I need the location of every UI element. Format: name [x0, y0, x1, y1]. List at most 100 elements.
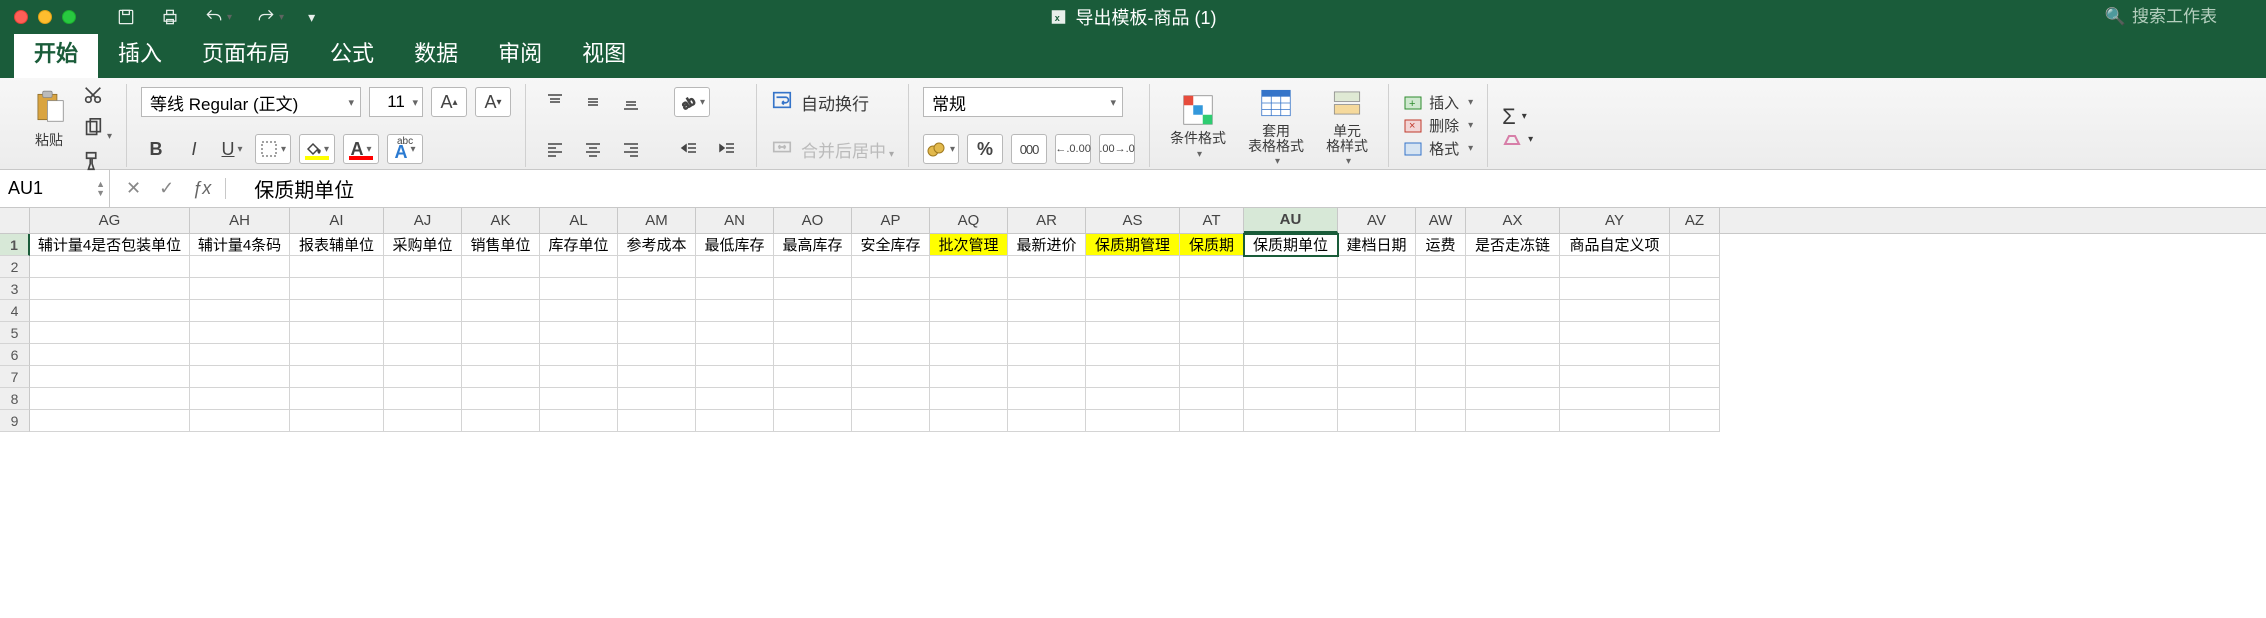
cell-AU2[interactable] [1244, 256, 1338, 278]
cell-AZ1[interactable] [1670, 234, 1720, 256]
cell-AK6[interactable] [462, 344, 540, 366]
increase-indent-button[interactable] [712, 134, 742, 164]
cell-AI5[interactable] [290, 322, 384, 344]
cell-AO3[interactable] [774, 278, 852, 300]
cell-AU8[interactable] [1244, 388, 1338, 410]
column-header-AN[interactable]: AN [696, 208, 774, 233]
cell-AG7[interactable] [30, 366, 190, 388]
borders-button[interactable] [255, 134, 291, 164]
cell-AW6[interactable] [1416, 344, 1466, 366]
cell-AS6[interactable] [1086, 344, 1180, 366]
cell-AO4[interactable] [774, 300, 852, 322]
cell-AH4[interactable] [190, 300, 290, 322]
cell-AY3[interactable] [1560, 278, 1670, 300]
row-header-4[interactable]: 4 [0, 300, 30, 322]
cell-AW2[interactable] [1416, 256, 1466, 278]
cell-AY5[interactable] [1560, 322, 1670, 344]
cell-AH3[interactable] [190, 278, 290, 300]
cell-AO1[interactable]: 最高库存 [774, 234, 852, 256]
cell-AY8[interactable] [1560, 388, 1670, 410]
cell-AI9[interactable] [290, 410, 384, 432]
cell-AG6[interactable] [30, 344, 190, 366]
cell-AJ2[interactable] [384, 256, 462, 278]
column-header-AX[interactable]: AX [1466, 208, 1560, 233]
cell-AN7[interactable] [696, 366, 774, 388]
tab-formulas[interactable]: 公式 [310, 28, 394, 78]
cell-AH2[interactable] [190, 256, 290, 278]
cell-AO9[interactable] [774, 410, 852, 432]
cell-AJ9[interactable] [384, 410, 462, 432]
cell-AG1[interactable]: 辅计量4是否包装单位 [30, 234, 190, 256]
row-header-8[interactable]: 8 [0, 388, 30, 410]
decrease-decimal-button[interactable]: .00→.0 [1099, 134, 1135, 164]
cell-AG2[interactable] [30, 256, 190, 278]
cell-AP7[interactable] [852, 366, 930, 388]
orientation-button[interactable]: ab [674, 87, 710, 117]
tab-review[interactable]: 审阅 [478, 28, 562, 78]
row-header-3[interactable]: 3 [0, 278, 30, 300]
cell-AO8[interactable] [774, 388, 852, 410]
cell-AQ8[interactable] [930, 388, 1008, 410]
cell-AG9[interactable] [30, 410, 190, 432]
search-box[interactable]: 🔍 [2105, 7, 2252, 27]
conditional-formatting-button[interactable]: 条件格式 [1164, 89, 1232, 161]
print-icon[interactable] [160, 7, 180, 27]
cell-AZ3[interactable] [1670, 278, 1720, 300]
cell-AL3[interactable] [540, 278, 618, 300]
row-header-6[interactable]: 6 [0, 344, 30, 366]
cell-AL8[interactable] [540, 388, 618, 410]
row-header-7[interactable]: 7 [0, 366, 30, 388]
cell-AQ7[interactable] [930, 366, 1008, 388]
cell-AJ6[interactable] [384, 344, 462, 366]
cell-AP1[interactable]: 安全库存 [852, 234, 930, 256]
cell-AG3[interactable] [30, 278, 190, 300]
cell-AR3[interactable] [1008, 278, 1086, 300]
column-header-AK[interactable]: AK [462, 208, 540, 233]
cell-AN5[interactable] [696, 322, 774, 344]
cell-AX6[interactable] [1466, 344, 1560, 366]
cell-AX9[interactable] [1466, 410, 1560, 432]
cell-AY9[interactable] [1560, 410, 1670, 432]
align-top-button[interactable] [540, 87, 570, 117]
cell-AG8[interactable] [30, 388, 190, 410]
merge-center-button[interactable]: 合并后居中 [801, 137, 894, 162]
cell-AK2[interactable] [462, 256, 540, 278]
save-icon[interactable] [116, 7, 136, 27]
cell-AP6[interactable] [852, 344, 930, 366]
cell-AX3[interactable] [1466, 278, 1560, 300]
cell-styles-button[interactable]: 单元 格样式 [1320, 82, 1374, 170]
phonetic-button[interactable]: abcA [387, 134, 423, 164]
cell-AW5[interactable] [1416, 322, 1466, 344]
cell-AU5[interactable] [1244, 322, 1338, 344]
cell-AI1[interactable]: 报表辅单位 [290, 234, 384, 256]
cell-AL2[interactable] [540, 256, 618, 278]
cell-AY1[interactable]: 商品自定义项 [1560, 234, 1670, 256]
cell-AT2[interactable] [1180, 256, 1244, 278]
cell-AU6[interactable] [1244, 344, 1338, 366]
cell-AL4[interactable] [540, 300, 618, 322]
font-name-select[interactable]: 等线 Regular (正文) [141, 87, 361, 117]
cell-AK7[interactable] [462, 366, 540, 388]
align-center-button[interactable] [578, 134, 608, 164]
cell-AX7[interactable] [1466, 366, 1560, 388]
cell-AL5[interactable] [540, 322, 618, 344]
cell-AM4[interactable] [618, 300, 696, 322]
column-header-AT[interactable]: AT [1180, 208, 1244, 233]
copy-button[interactable] [82, 117, 112, 144]
cell-AJ8[interactable] [384, 388, 462, 410]
percent-button[interactable]: % [967, 134, 1003, 164]
cell-AM7[interactable] [618, 366, 696, 388]
cell-AU7[interactable] [1244, 366, 1338, 388]
decrease-font-button[interactable]: A▾ [475, 87, 511, 117]
cell-AM8[interactable] [618, 388, 696, 410]
cell-AZ5[interactable] [1670, 322, 1720, 344]
fx-icon[interactable]: ƒx [192, 178, 226, 199]
column-header-AI[interactable]: AI [290, 208, 384, 233]
cell-AW1[interactable]: 运费 [1416, 234, 1466, 256]
minimize-window-button[interactable] [38, 10, 52, 24]
cell-AM2[interactable] [618, 256, 696, 278]
column-header-AL[interactable]: AL [540, 208, 618, 233]
cell-AV3[interactable] [1338, 278, 1416, 300]
cell-AI6[interactable] [290, 344, 384, 366]
cell-AT9[interactable] [1180, 410, 1244, 432]
